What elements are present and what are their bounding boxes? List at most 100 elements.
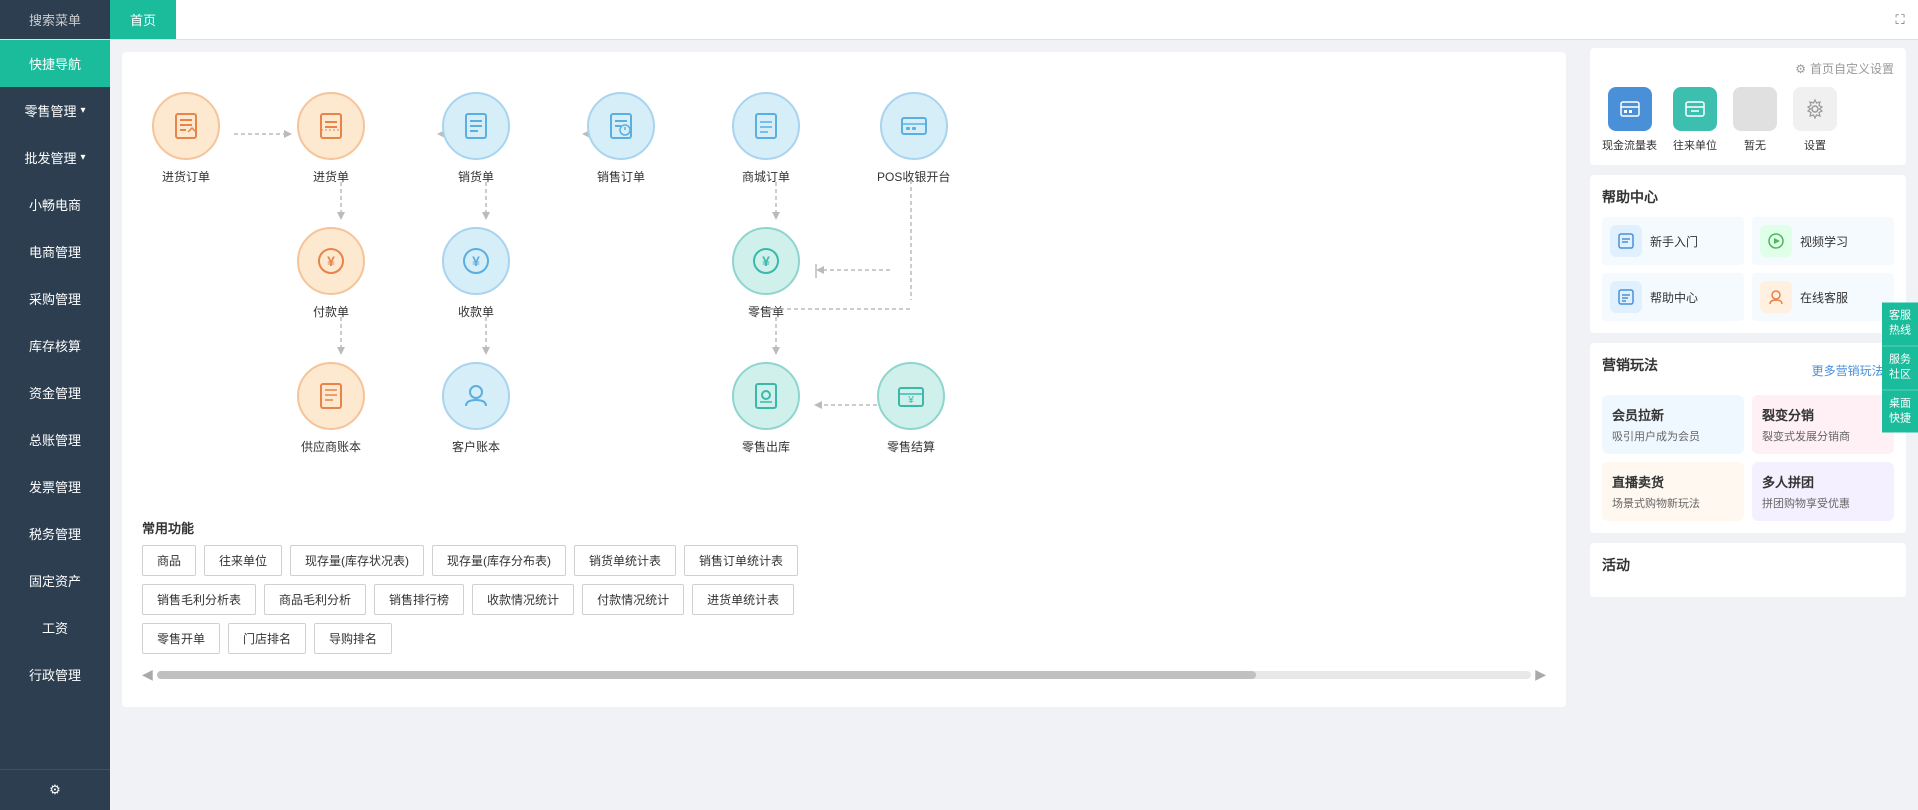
marketing-header: 营销玩法 更多营销玩法 > — [1602, 355, 1894, 385]
help-label-video: 视频学习 — [1800, 233, 1848, 250]
sidebar-item-admin[interactable]: 行政管理 — [0, 651, 110, 698]
help-item-help[interactable]: 帮助中心 — [1602, 273, 1744, 321]
node-circle-payment-in: ¥ — [442, 227, 510, 295]
qa-item-contacts[interactable]: 往来单位 — [1673, 87, 1717, 153]
sidebar-item-retail[interactable]: 零售管理 ▾ — [0, 87, 110, 134]
qa-icon-settings — [1793, 87, 1837, 131]
node-circle-customer-account — [442, 362, 510, 430]
node-supplier-account[interactable]: 供应商账本 — [297, 362, 365, 455]
help-item-service[interactable]: 在线客服 — [1752, 273, 1894, 321]
scroll-track[interactable] — [157, 671, 1531, 679]
cf-btn-guide-rank[interactable]: 导购排名 — [314, 623, 392, 654]
node-payment-in[interactable]: ¥ 收款单 — [442, 227, 510, 320]
scroll-right-arrow[interactable]: ▶ — [1535, 666, 1546, 683]
main-layout: 快捷导航 零售管理 ▾ 批发管理 ▾ 小畅电商 电商管理 采购管理 库存核算 资… — [0, 40, 1918, 810]
arrow-down-payment-in — [478, 315, 494, 358]
qa-item-cashflow[interactable]: 现金流量表 — [1602, 87, 1657, 153]
mkt-title-live: 直播卖货 — [1612, 472, 1734, 491]
cf-btn-sale-profit[interactable]: 销售毛利分析表 — [142, 584, 256, 615]
node-purchase-order[interactable]: 进货订单 — [152, 92, 220, 185]
activity-title: 活动 — [1602, 555, 1894, 575]
scroll-left-arrow[interactable]: ◀ — [142, 666, 153, 683]
qa-icon-cashflow — [1608, 87, 1652, 131]
pos-left-line — [766, 298, 912, 313]
float-btn-service[interactable]: 客服热线 — [1882, 303, 1918, 347]
float-btn-desktop[interactable]: 桌面快捷 — [1882, 390, 1918, 433]
sidebar-item-tax[interactable]: 税务管理 — [0, 510, 110, 557]
sidebar-item-ecommerce-mgmt[interactable]: 电商管理 — [0, 228, 110, 275]
expand-icon[interactable]: ⛶ — [1890, 10, 1910, 30]
node-circle-sale-bill — [442, 92, 510, 160]
cf-btn-payment-stat[interactable]: 付款情况统计 — [582, 584, 684, 615]
cf-btn-purchase-stat[interactable]: 进货单统计表 — [692, 584, 794, 615]
cf-btn-contacts[interactable]: 往来单位 — [204, 545, 282, 576]
cf-btn-receipt-stat[interactable]: 收款情况统计 — [472, 584, 574, 615]
qa-item-none[interactable]: 暂无 — [1733, 87, 1777, 153]
help-grid: 新手入门 视频学习 帮助中心 — [1602, 217, 1894, 321]
sidebar-item-wholesale[interactable]: 批发管理 ▾ — [0, 134, 110, 181]
sidebar-item-ledger[interactable]: 总账管理 — [0, 416, 110, 463]
node-mall-order[interactable]: 商城订单 — [732, 92, 800, 185]
content-area: 进货订单 进货单 — [110, 40, 1918, 810]
flow-diagram: 进货订单 进货单 — [142, 72, 1002, 502]
arrow-0-1 — [232, 126, 292, 142]
node-customer-account[interactable]: 客户账本 — [442, 362, 510, 455]
common-functions: 常用功能 商品 往来单位 现存量(库存状况表) 现存量(库存分布表) 销货单统计… — [142, 518, 1546, 687]
node-label-retail-settle: 零售结算 — [887, 438, 935, 455]
mkt-item-fission[interactable]: 裂变分销 裂变式发展分销商 — [1752, 395, 1894, 454]
node-label-retail-out: 零售出库 — [742, 438, 790, 455]
qa-label-cashflow: 现金流量表 — [1602, 137, 1657, 153]
node-retail-out[interactable]: 零售出库 — [732, 362, 800, 455]
top-bar-right: ⛶ — [1890, 0, 1918, 39]
sidebar-item-purchase[interactable]: 采购管理 — [0, 275, 110, 322]
mkt-item-group[interactable]: 多人拼团 拼团购物享受优惠 — [1752, 462, 1894, 521]
tab-home[interactable]: 首页 — [110, 0, 176, 39]
qa-settings-label[interactable]: 首页自定义设置 — [1810, 60, 1894, 77]
arrow-down-sale-bill — [478, 180, 494, 223]
qa-label-contacts: 往来单位 — [1673, 137, 1717, 153]
node-payment-out[interactable]: ¥ 付款单 — [297, 227, 365, 320]
qa-icon-contacts — [1673, 87, 1717, 131]
node-sale-order[interactable]: 销售订单 — [587, 92, 655, 185]
node-pos-cashier[interactable]: POS收银开台 — [877, 92, 950, 185]
help-center-title: 帮助中心 — [1602, 187, 1894, 207]
sidebar-item-assets[interactable]: 固定资产 — [0, 557, 110, 604]
sidebar-item-inventory[interactable]: 库存核算 — [0, 322, 110, 369]
sidebar-item-invoice[interactable]: 发票管理 — [0, 463, 110, 510]
help-item-video[interactable]: 视频学习 — [1752, 217, 1894, 265]
sidebar-settings[interactable]: ⚙ — [0, 769, 110, 810]
help-item-beginner[interactable]: 新手入门 — [1602, 217, 1744, 265]
node-circle-mall-order — [732, 92, 800, 160]
arrow-down-purchase-bill — [333, 180, 349, 223]
cf-btn-goods[interactable]: 商品 — [142, 545, 196, 576]
mkt-item-member[interactable]: 会员拉新 吸引用户成为会员 — [1602, 395, 1744, 454]
sidebar-item-salary[interactable]: 工资 — [0, 604, 110, 651]
mkt-title-member: 会员拉新 — [1612, 405, 1734, 424]
cf-btn-store-rank[interactable]: 门店排名 — [228, 623, 306, 654]
qa-header: ⚙ 首页自定义设置 — [1602, 60, 1894, 77]
sidebar-item-quick-nav[interactable]: 快捷导航 — [0, 40, 110, 87]
chevron-down-icon: ▾ — [80, 152, 85, 163]
flow-card: 进货订单 进货单 — [122, 52, 1566, 707]
sidebar-item-ecommerce-small[interactable]: 小畅电商 — [0, 181, 110, 228]
cf-btn-sale-rank[interactable]: 销售排行榜 — [374, 584, 464, 615]
search-menu-btn[interactable]: 搜索菜单 — [0, 0, 110, 39]
help-icon-video — [1760, 225, 1792, 257]
cf-btn-goods-profit[interactable]: 商品毛利分析 — [264, 584, 366, 615]
help-label-service: 在线客服 — [1800, 289, 1848, 306]
node-sale-bill[interactable]: 销货单 — [442, 92, 510, 185]
cf-btn-sale-order-stat[interactable]: 销售订单统计表 — [684, 545, 798, 576]
node-retail-settle[interactable]: ¥ 零售结算 — [877, 362, 945, 455]
cf-btn-stock-status[interactable]: 现存量(库存状况表) — [290, 545, 424, 576]
help-label-help: 帮助中心 — [1650, 289, 1698, 306]
cf-btn-retail-order[interactable]: 零售开单 — [142, 623, 220, 654]
node-purchase-bill[interactable]: 进货单 — [297, 92, 365, 185]
cf-btn-sale-stat[interactable]: 销货单统计表 — [574, 545, 676, 576]
cf-btn-stock-dist[interactable]: 现存量(库存分布表) — [432, 545, 566, 576]
help-icon-service — [1760, 281, 1792, 313]
qa-item-settings[interactable]: 设置 — [1793, 87, 1837, 153]
float-btn-community[interactable]: 服务社区 — [1882, 346, 1918, 390]
mkt-item-live[interactable]: 直播卖货 场景式购物新玩法 — [1602, 462, 1744, 521]
node-circle-payment-out: ¥ — [297, 227, 365, 295]
sidebar-item-finance[interactable]: 资金管理 — [0, 369, 110, 416]
